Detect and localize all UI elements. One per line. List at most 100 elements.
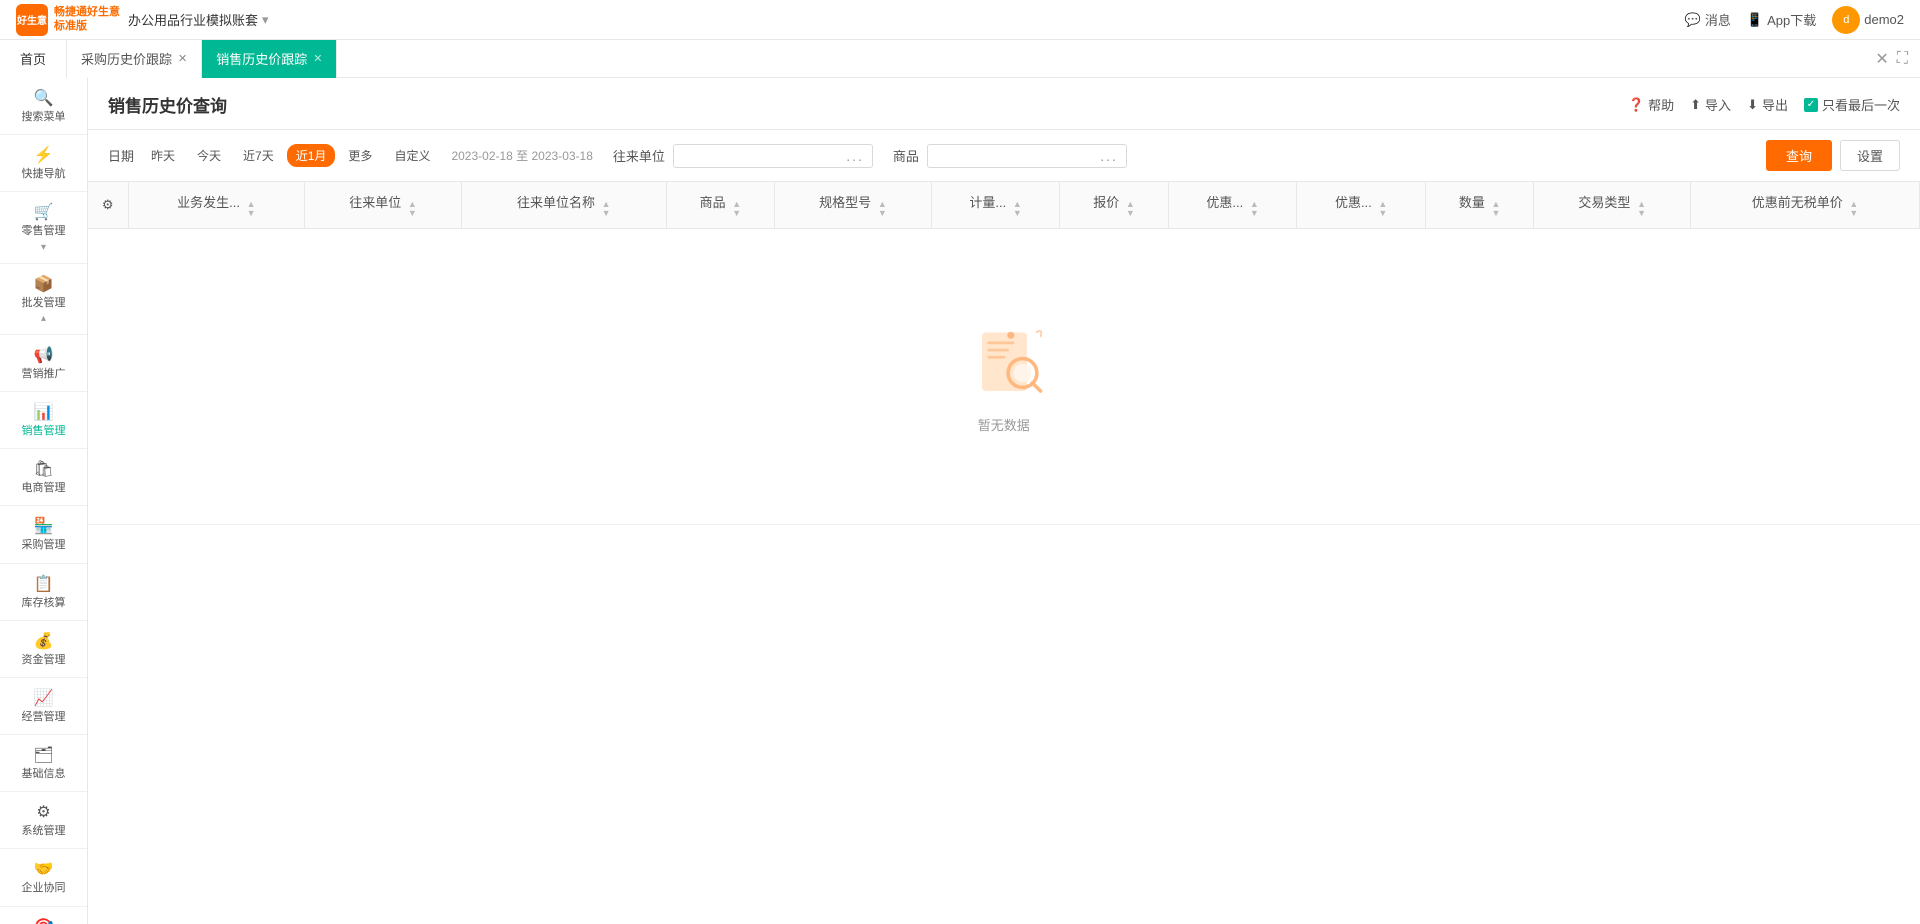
sidebar-label-inventory: 库存核算 (22, 597, 66, 610)
th-quantity[interactable]: 数量 ▲▼ (1425, 182, 1533, 229)
sidebar-item-sales[interactable]: 📊 销售管理 (0, 392, 87, 449)
table-header: ⚙ 业务发生... ▲▼ 往来单位 ▲▼ 往来单位名称 ▲▼ (88, 182, 1920, 229)
wholesale-expand-icon: ▴ (41, 313, 46, 324)
sidebar-item-quick-nav[interactable]: ⚡ 快捷导航 (0, 135, 87, 192)
date-btn-today[interactable]: 今天 (188, 144, 230, 167)
th-unit[interactable]: 计量... ▲▼ (931, 182, 1060, 229)
th-partner-code[interactable]: 往来单位 ▲▼ (305, 182, 462, 229)
message-button[interactable]: 💬 消息 (1685, 10, 1731, 29)
sidebar-item-guide[interactable]: 🎯 新手引导 (0, 907, 87, 924)
date-filter-label: 日期 (108, 146, 134, 165)
logo-area: 好生意 畅捷通好生意 标准版 (16, 4, 120, 36)
sidebar-item-purchase[interactable]: 🏪 采购管理 (0, 506, 87, 563)
table-header-row: ⚙ 业务发生... ▲▼ 往来单位 ▲▼ 往来单位名称 ▲▼ (88, 182, 1920, 229)
tab-home[interactable]: 首页 (0, 40, 67, 78)
tab-home-label: 首页 (20, 49, 46, 68)
sort-icon-spec: ▲▼ (878, 200, 887, 218)
tab-purchase-close[interactable]: ✕ (178, 52, 187, 65)
filter-actions: 查询 设置 (1766, 140, 1900, 171)
checkbox-icon: ✓ (1804, 98, 1818, 112)
date-btn-yesterday[interactable]: 昨天 (142, 144, 184, 167)
operation-icon: 📈 (34, 688, 54, 708)
topbar: 好生意 畅捷通好生意 标准版 办公用品行业模拟账套 ▾ 💬 消息 📱 App下载… (0, 0, 1920, 40)
wholesale-icon: 📦 (34, 274, 54, 294)
import-button[interactable]: ⬆ 导入 (1690, 95, 1731, 114)
tabsbar-actions: ✕ ⛶ (1875, 49, 1920, 69)
sidebar-label-ecommerce: 电商管理 (22, 482, 66, 495)
purchase-icon: 🏪 (34, 516, 54, 536)
empty-row: 暂无数据 (88, 229, 1920, 525)
date-btn-7days[interactable]: 近7天 (234, 144, 283, 167)
tab-sales-close[interactable]: ✕ (313, 52, 322, 65)
sidebar-item-search-menu[interactable]: 🔍 搜索菜单 (0, 78, 87, 135)
main-layout: 🔍 搜索菜单 ⚡ 快捷导航 🛒 零售管理 ▾ 📦 批发管理 ▴ 📢 营销推广 📊… (0, 78, 1920, 924)
user-profile[interactable]: d demo2 (1832, 6, 1904, 34)
table-wrapper: ⚙ 业务发生... ▲▼ 往来单位 ▲▼ 往来单位名称 ▲▼ (88, 182, 1920, 924)
tab-sales-history[interactable]: 销售历史价跟踪 ✕ (202, 40, 337, 78)
sidebar-label-basic: 基础信息 (22, 768, 66, 781)
th-business-date[interactable]: 业务发生... ▲▼ (128, 182, 305, 229)
gear-icon[interactable]: ⚙ (102, 197, 114, 212)
sidebar-label-operation: 经营管理 (22, 711, 66, 724)
page-header: 销售历史价查询 ❓ 帮助 ⬆ 导入 ⬇ 导出 ✓ 只看最后一次 (88, 78, 1920, 130)
th-quote[interactable]: 报价 ▲▼ (1060, 182, 1168, 229)
th-discount2[interactable]: 优惠... ▲▼ (1297, 182, 1426, 229)
marketing-icon: 📢 (34, 345, 54, 365)
ecommerce-icon: 🛍 (33, 459, 53, 479)
sort-icon-partner: ▲▼ (408, 200, 417, 218)
quicknav-icon: ⚡ (34, 145, 54, 165)
search-icon: 🔍 (34, 88, 54, 108)
help-icon: ❓ (1628, 97, 1644, 113)
date-btn-1month[interactable]: 近1月 (287, 144, 336, 167)
th-goods[interactable]: 商品 ▲▼ (666, 182, 774, 229)
query-button[interactable]: 查询 (1766, 140, 1832, 171)
help-button[interactable]: ❓ 帮助 (1628, 95, 1674, 114)
partner-input[interactable]: ... (673, 144, 873, 168)
sidebar-item-operation[interactable]: 📈 经营管理 (0, 678, 87, 735)
partner-filter-group: 往来单位 ... (613, 144, 873, 168)
inventory-icon: 📋 (34, 574, 54, 594)
empty-cell: 暂无数据 (88, 229, 1920, 525)
th-discount1[interactable]: 优惠... ▲▼ (1168, 182, 1297, 229)
export-icon: ⬇ (1747, 97, 1758, 113)
th-partner-name[interactable]: 往来单位名称 ▲▼ (461, 182, 666, 229)
close-tab-button[interactable]: ✕ (1875, 49, 1888, 69)
tab-purchase-history[interactable]: 采购历史价跟踪 ✕ (67, 40, 202, 78)
export-button[interactable]: ⬇ 导出 (1747, 95, 1788, 114)
sidebar-item-finance[interactable]: 💰 资金管理 (0, 621, 87, 678)
sidebar-item-ecommerce[interactable]: 🛍 电商管理 (0, 449, 87, 506)
empty-text: 暂无数据 (978, 415, 1030, 434)
th-pretax-price[interactable]: 优惠前无税单价 ▲▼ (1691, 182, 1920, 229)
sidebar-item-retail[interactable]: 🛒 零售管理 ▾ (0, 192, 87, 263)
sort-icon-unit: ▲▼ (1013, 200, 1022, 218)
th-spec[interactable]: 规格型号 ▲▼ (775, 182, 932, 229)
sidebar-label-enterprise: 企业协同 (22, 882, 66, 895)
sidebar-item-marketing[interactable]: 📢 营销推广 (0, 335, 87, 392)
date-btn-custom[interactable]: 自定义 (385, 144, 439, 167)
date-btn-more[interactable]: 更多 (339, 144, 381, 167)
sidebar-item-system[interactable]: ⚙ 系统管理 (0, 792, 87, 849)
sidebar-label-wholesale: 批发管理 (22, 297, 66, 310)
goods-input[interactable]: ... (927, 144, 1127, 168)
sidebar-item-wholesale[interactable]: 📦 批发管理 ▴ (0, 264, 87, 335)
fullscreen-button[interactable]: ⛶ (1897, 50, 1908, 68)
partner-filter-label: 往来单位 (613, 146, 665, 165)
sidebar-label-marketing: 营销推广 (22, 368, 66, 381)
sidebar-item-enterprise[interactable]: 🤝 企业协同 (0, 849, 87, 906)
sales-icon: 📊 (34, 402, 54, 422)
content-area: 销售历史价查询 ❓ 帮助 ⬆ 导入 ⬇ 导出 ✓ 只看最后一次 (88, 78, 1920, 924)
dropdown-icon[interactable]: ▾ (262, 12, 269, 28)
settings-button[interactable]: 设置 (1840, 140, 1900, 171)
tab-sales-label: 销售历史价跟踪 (216, 49, 307, 68)
avatar: d (1832, 6, 1860, 34)
th-trade-type[interactable]: 交易类型 ▲▼ (1534, 182, 1691, 229)
sort-icon-trade-type: ▲▼ (1637, 200, 1646, 218)
sidebar-item-inventory[interactable]: 📋 库存核算 (0, 564, 87, 621)
empty-icon (964, 319, 1044, 399)
sort-icon-discount2: ▲▼ (1378, 200, 1387, 218)
app-download-button[interactable]: 📱 App下载 (1747, 10, 1816, 29)
topbar-title[interactable]: 办公用品行业模拟账套 ▾ (128, 10, 269, 29)
only-last-checkbox[interactable]: ✓ 只看最后一次 (1804, 95, 1900, 114)
sidebar-item-basic[interactable]: 🗂 基础信息 (0, 735, 87, 792)
empty-illustration (964, 319, 1054, 409)
